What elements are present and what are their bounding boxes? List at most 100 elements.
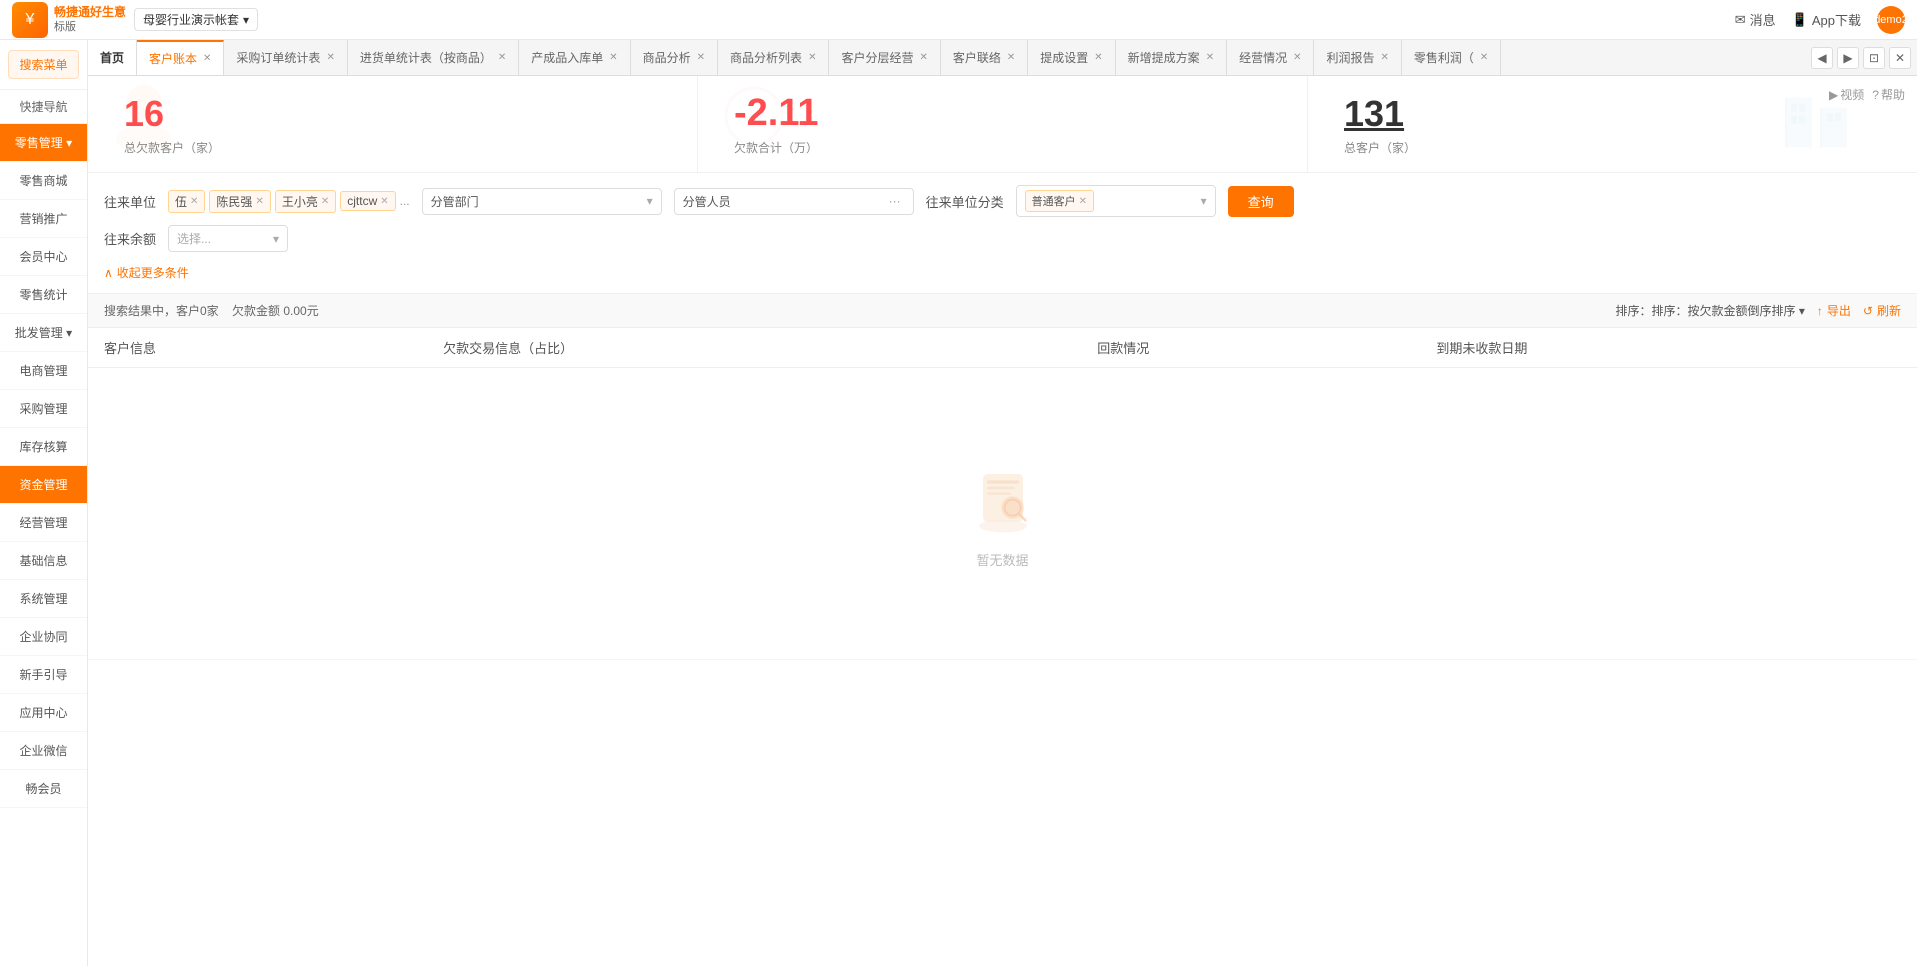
tab-retail-profit[interactable]: 零售利润（ ✕ (1402, 40, 1501, 76)
tab-close-product-inbound[interactable]: ✕ (609, 52, 617, 63)
tab-close-customer-contact[interactable]: ✕ (1007, 52, 1015, 63)
tab-operations-status[interactable]: 经营情况 ✕ (1227, 40, 1314, 76)
balance-label: 往来余额 (104, 229, 156, 248)
tab-purchase-goods-stats[interactable]: 进货单统计表（按商品） ✕ (348, 40, 519, 76)
sidebar-item-ecommerce[interactable]: 电商管理 (0, 352, 87, 390)
category-tag[interactable]: 普通客户 ✕ (1025, 190, 1094, 212)
tag-close-4[interactable]: ✕ (380, 196, 388, 207)
tab-customer-segmentation[interactable]: 客户分层经营 ✕ (829, 40, 940, 76)
video-btn[interactable]: ▶ 视频 (1829, 86, 1864, 103)
tag-close-2[interactable]: ✕ (255, 196, 263, 207)
sidebar-item-base-info[interactable]: 基础信息 (0, 542, 87, 580)
tag-close-1[interactable]: ✕ (190, 196, 198, 207)
tab-goods-analysis-list[interactable]: 商品分析列表 ✕ (718, 40, 829, 76)
person-more-icon: ··· (889, 194, 901, 208)
results-summary: 搜索结果中，客户0家 欠款金额 0.00元 (104, 302, 319, 319)
category-filter[interactable]: 普通客户 ✕ (1016, 185, 1216, 217)
tab-close-retail-profit[interactable]: ✕ (1480, 52, 1488, 63)
tab-close-customer-segmentation[interactable]: ✕ (919, 52, 927, 63)
export-button[interactable]: ↑ 导出 (1817, 302, 1851, 319)
filter-row-1: 往来单位 伍 ✕ 陈民强 ✕ 王小亮 ✕ (104, 185, 1901, 217)
refresh-icon: ↺ (1863, 304, 1873, 318)
sidebar-item-operations[interactable]: 经营管理 (0, 504, 87, 542)
tab-close-operations-status[interactable]: ✕ (1293, 52, 1301, 63)
unit-label: 往来单位 (104, 192, 156, 211)
table-header-row: 客户信息 欠款交易信息（占比） 回款情况 到期未收款日期 (88, 328, 1917, 368)
tab-purchase-order-stats[interactable]: 采购订单统计表 ✕ (224, 40, 347, 76)
tab-close-profit-report[interactable]: ✕ (1381, 52, 1389, 63)
tab-expand-btn[interactable]: ⊡ (1863, 47, 1885, 69)
balance-filter[interactable]: 选择... (168, 225, 288, 252)
logo-text: 畅捷通好生意 标版 (54, 5, 126, 35)
tab-profit-report[interactable]: 利润报告 ✕ (1314, 40, 1401, 76)
person-filter[interactable]: 分管人员 ··· (674, 188, 914, 215)
sidebar-item-enterprise-wechat[interactable]: 企业微信 (0, 732, 87, 770)
top-bar-left: ¥ 畅捷通好生意 标版 母婴行业演示帐套 ▾ (12, 2, 258, 38)
tab-next-btn[interactable]: ▶ (1837, 47, 1859, 69)
tab-close-goods-analysis[interactable]: ✕ (697, 52, 705, 63)
refresh-button[interactable]: ↺ 刷新 (1863, 302, 1901, 319)
tab-close-purchase-order[interactable]: ✕ (326, 52, 334, 63)
filter-tag-3[interactable]: 王小亮 ✕ (275, 190, 336, 213)
sidebar-item-retail-shop[interactable]: 零售商城 (0, 162, 87, 200)
dept-filter[interactable]: 分管部门 (422, 188, 662, 215)
help-btn[interactable]: ? 帮助 (1872, 86, 1905, 103)
stat-card-amount: ✕ -2.11 欠款合计（万） (698, 76, 1308, 172)
filter-tag-1[interactable]: 伍 ✕ (168, 190, 205, 213)
filter-tag-4[interactable]: cjttcw ✕ (340, 191, 395, 211)
tab-goods-analysis[interactable]: 商品分析 ✕ (631, 40, 718, 76)
sidebar-item-sys-mgmt[interactable]: 系统管理 (0, 580, 87, 618)
top-bar: ¥ 畅捷通好生意 标版 母婴行业演示帐套 ▾ ✉ 消息 📱 App下载 demo… (0, 0, 1917, 40)
search-menu-button[interactable]: 搜索菜单 (8, 50, 79, 79)
tab-new-raise-plan[interactable]: 新增提成方案 ✕ (1116, 40, 1227, 76)
sidebar-item-marketing[interactable]: 营销推广 (0, 200, 87, 238)
tab-prev-btn[interactable]: ◀ (1811, 47, 1833, 69)
empty-state: 暂无数据 (104, 378, 1901, 649)
collapse-button[interactable]: ∧ 收起更多条件 (104, 264, 1901, 281)
stat-card-total-customers: 131 总客户（家） ▶ 视频 ? 帮助 (1308, 76, 1917, 172)
stat-bg-icon-amount: ✕ (714, 81, 794, 151)
tab-customer-account[interactable]: 客户账本 ✕ (137, 40, 224, 76)
col-due-date: 到期未收款日期 (1420, 328, 1917, 368)
quick-nav-button[interactable]: 快捷导航 (0, 90, 87, 124)
sidebar-item-member[interactable]: 畅会员 (0, 770, 87, 808)
category-tag-close[interactable]: ✕ (1079, 196, 1087, 207)
tab-close-purchase-goods[interactable]: ✕ (498, 52, 506, 63)
sidebar-item-retail-mgmt[interactable]: 零售管理 ▾ (0, 124, 87, 162)
logo-area: ¥ 畅捷通好生意 标版 (12, 2, 126, 38)
query-button[interactable]: 查询 (1228, 186, 1294, 217)
top-bar-right: ✉ 消息 📱 App下载 demo2 (1735, 6, 1905, 34)
filter-tag-2[interactable]: 陈民强 ✕ (209, 190, 270, 213)
sidebar-item-purchase-mgmt[interactable]: 采购管理 (0, 390, 87, 428)
sidebar-item-retail-stats[interactable]: 零售统计 (0, 276, 87, 314)
category-filter-arrow (1201, 194, 1207, 208)
sidebar-item-app-center[interactable]: 应用中心 (0, 694, 87, 732)
sidebar-item-new-guide[interactable]: 新手引导 (0, 656, 87, 694)
tab-close-all-btn[interactable]: ✕ (1889, 47, 1911, 69)
tab-raise-settings[interactable]: 提成设置 ✕ (1028, 40, 1115, 76)
sidebar-item-member-center[interactable]: 会员中心 (0, 238, 87, 276)
balance-filter-arrow (273, 232, 279, 246)
tab-home[interactable]: 首页 (88, 40, 137, 76)
app-download-btn[interactable]: 📱 App下载 (1792, 10, 1861, 29)
tab-customer-contact[interactable]: 客户联络 ✕ (941, 40, 1028, 76)
tab-product-inbound[interactable]: 产成品入库单 ✕ (519, 40, 630, 76)
sidebar-item-wholesale-mgmt[interactable]: 批发管理 ▾ (0, 314, 87, 352)
tenant-select[interactable]: 母婴行业演示帐套 ▾ (134, 8, 258, 31)
sidebar-item-inventory[interactable]: 库存核算 (0, 428, 87, 466)
tab-close-new-raise-plan[interactable]: ✕ (1206, 52, 1214, 63)
svg-text:✕: ✕ (746, 103, 764, 128)
tab-close-goods-analysis-list[interactable]: ✕ (808, 52, 816, 63)
tab-close-customer-account[interactable]: ✕ (203, 53, 211, 64)
sidebar-item-finance[interactable]: 资金管理 (0, 466, 87, 504)
sort-label: 排序：排序：按欠款金额倒序排序 ▾ (1616, 302, 1805, 319)
chevron-down-icon: ▾ (66, 326, 72, 340)
collapse-row: ∧ 收起更多条件 (104, 260, 1901, 281)
tag-close-3[interactable]: ✕ (321, 196, 329, 207)
avatar[interactable]: demo2 (1877, 6, 1905, 34)
message-btn[interactable]: ✉ 消息 (1735, 10, 1776, 29)
sidebar-item-enterprise-coop[interactable]: 企业协同 (0, 618, 87, 656)
tab-close-raise-settings[interactable]: ✕ (1094, 52, 1102, 63)
stat-total-customers-info: 131 总客户（家） (1344, 93, 1416, 156)
filter-tags-more[interactable]: ... (400, 194, 410, 208)
